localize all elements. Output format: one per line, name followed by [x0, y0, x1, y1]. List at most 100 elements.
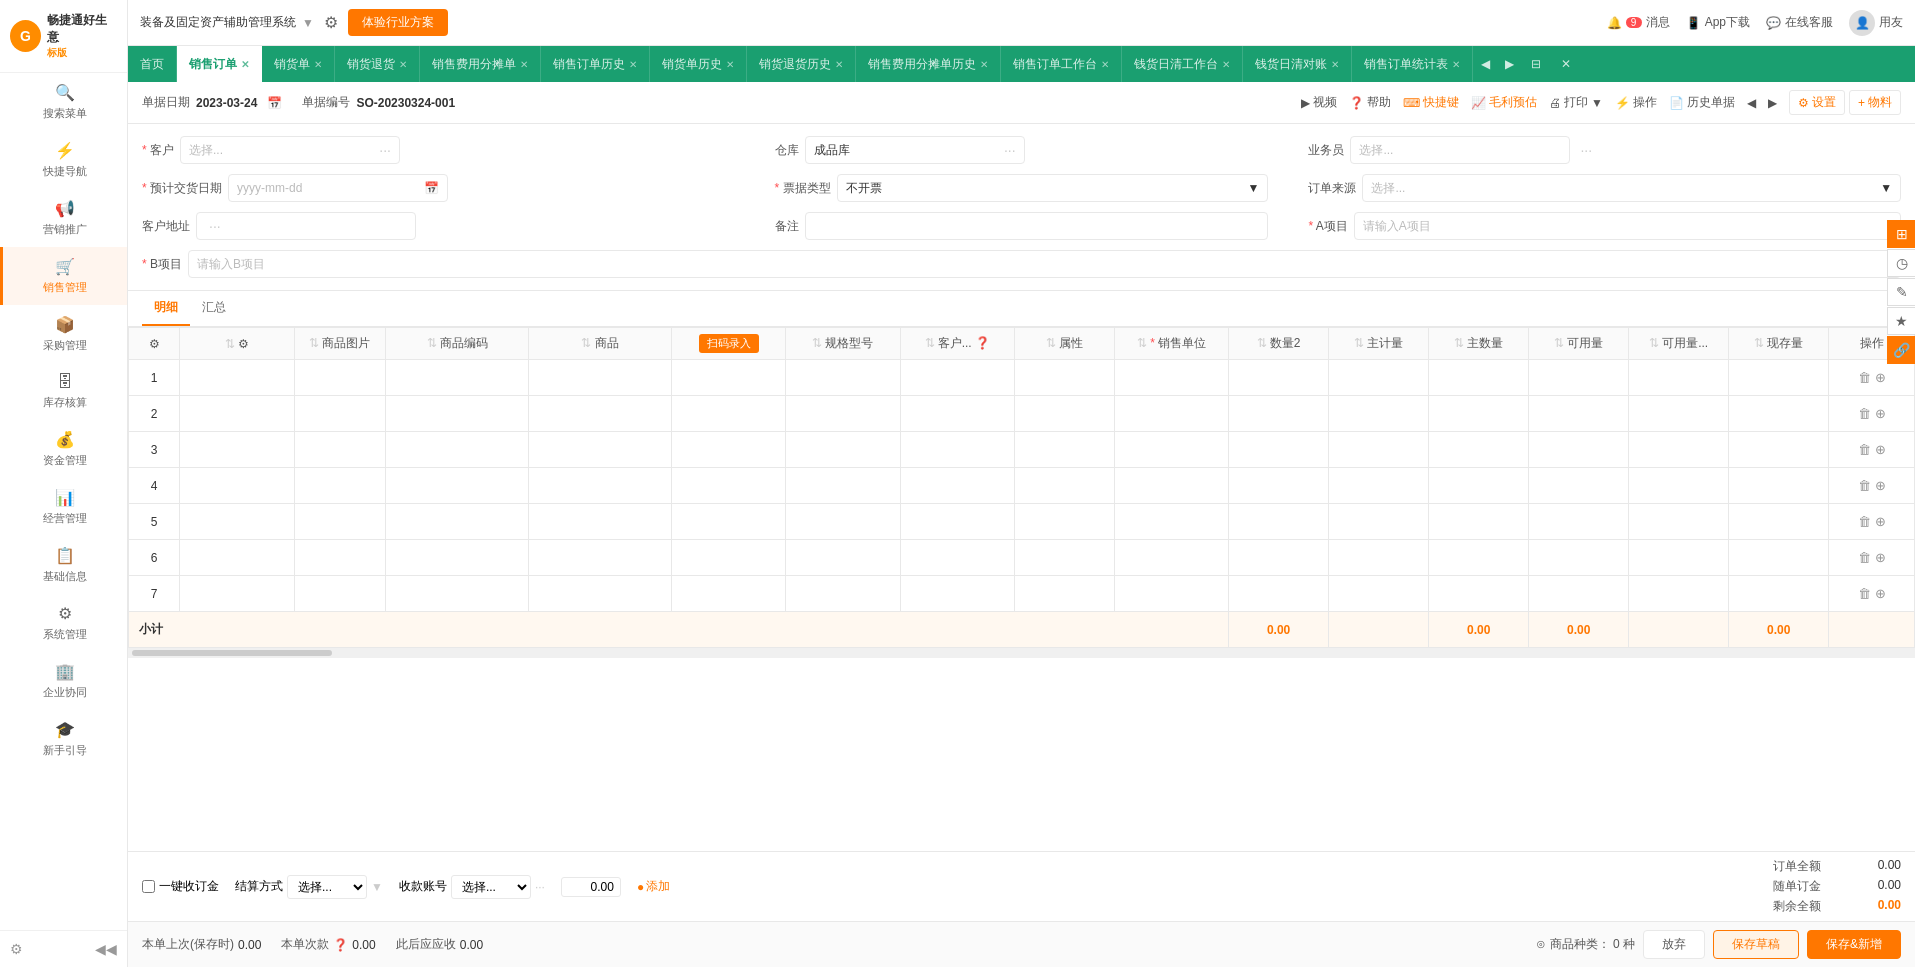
sort-icon[interactable]: ⇅	[225, 337, 235, 351]
settings-bottom-icon[interactable]: ⚙	[10, 941, 23, 957]
sidebar-item-operations[interactable]: 📊 经营管理	[0, 478, 127, 536]
tab-detail[interactable]: 明细	[142, 291, 190, 326]
settings-action[interactable]: ⚙ 设置	[1789, 90, 1845, 115]
sort-icon[interactable]: ⇅	[309, 336, 319, 350]
collapse-icon[interactable]: ◀◀	[95, 941, 117, 957]
sidebar-item-quick[interactable]: ⚡ 快捷导航	[0, 131, 127, 189]
row-delete-button[interactable]: 🗑	[1858, 406, 1871, 421]
scrollbar-thumb[interactable]	[132, 650, 332, 656]
print-dropdown-icon[interactable]: ▼	[1591, 96, 1603, 110]
tab-close-icon[interactable]: ✕	[1452, 59, 1460, 70]
address-input[interactable]: ···	[196, 212, 416, 240]
sort-icon[interactable]: ⇅	[1354, 336, 1364, 350]
nav-next-action[interactable]: ▶	[1768, 96, 1777, 110]
tab-sales-history[interactable]: 销售订单历史 ✕	[541, 46, 650, 82]
tab-close-icon[interactable]: ✕	[1101, 59, 1109, 70]
row-delete-button[interactable]: 🗑	[1858, 478, 1871, 493]
tab-next-button[interactable]: ▶	[1497, 46, 1521, 82]
sort-icon[interactable]: ⇅	[1257, 336, 1267, 350]
add-product-action[interactable]: + 物料	[1849, 90, 1901, 115]
dropdown-icon[interactable]: ▼	[302, 16, 314, 30]
sidebar-item-marketing[interactable]: 📢 营销推广	[0, 189, 127, 247]
tab-close-all-button[interactable]: ✕	[1551, 46, 1581, 82]
sort-icon[interactable]: ⇅	[1046, 336, 1056, 350]
add-button[interactable]: ● 添加	[637, 878, 670, 895]
customer-dots-icon[interactable]: ···	[379, 142, 391, 158]
sidebar-item-inventory[interactable]: 🗄 库存核算	[0, 363, 127, 420]
tab-sales-order[interactable]: 销售订单 ✕	[177, 46, 262, 82]
save-new-button[interactable]: 保存&新增	[1807, 930, 1901, 959]
right-panel-btn-4[interactable]: ★	[1887, 307, 1915, 335]
online-service-item[interactable]: 💬 在线客服	[1766, 14, 1833, 31]
row-delete-button[interactable]: 🗑	[1858, 442, 1871, 457]
settings-col-icon[interactable]: ⚙	[149, 337, 160, 351]
one-click-settle-input[interactable]	[142, 880, 155, 893]
tab-slip-history[interactable]: 销货单历史 ✕	[650, 46, 747, 82]
sidebar-item-purchase[interactable]: 📦 采购管理	[0, 305, 127, 363]
help-icon[interactable]: ❓	[333, 938, 348, 952]
tab-sales-fee[interactable]: 销售费用分摊单 ✕	[420, 46, 541, 82]
tab-close-icon[interactable]: ✕	[314, 59, 322, 70]
row-copy-button[interactable]: ⊕	[1875, 370, 1886, 385]
row-copy-button[interactable]: ⊕	[1875, 406, 1886, 421]
invoice-dropdown-icon[interactable]: ▼	[1248, 181, 1260, 195]
operation-action[interactable]: ⚡ 操作	[1615, 94, 1657, 111]
tab-close-icon[interactable]: ✕	[629, 59, 637, 70]
row-customer-code[interactable]	[900, 360, 1014, 396]
messages-item[interactable]: 🔔 9 消息	[1607, 14, 1670, 31]
row-main-unit[interactable]	[1329, 360, 1429, 396]
scan-button[interactable]: 扫码录入	[699, 334, 759, 353]
row-attr[interactable]	[1014, 360, 1114, 396]
delivery-input[interactable]: yyyy-mm-dd 📅	[228, 174, 448, 202]
tab-close-icon[interactable]: ✕	[835, 59, 843, 70]
sidebar-item-system[interactable]: ⚙ 系统管理	[0, 594, 127, 652]
row-delete-button[interactable]: 🗑	[1858, 370, 1871, 385]
row-spec[interactable]	[786, 360, 900, 396]
print-action[interactable]: 🖨 打印 ▼	[1549, 94, 1603, 111]
invoice-select[interactable]: 不开票 ▼	[837, 174, 1269, 202]
tab-close-icon[interactable]: ✕	[1222, 59, 1230, 70]
row-copy-button[interactable]: ⊕	[1875, 550, 1886, 565]
sidebar-item-enterprise[interactable]: 🏢 企业协同	[0, 652, 127, 710]
save-draft-button[interactable]: 保存草稿	[1713, 930, 1799, 959]
tab-home[interactable]: 首页	[128, 46, 177, 82]
nav-prev-action[interactable]: ◀	[1747, 96, 1756, 110]
sort-icon[interactable]: ⇅	[1754, 336, 1764, 350]
shortcut-action[interactable]: ⌨ 快捷键	[1403, 94, 1459, 111]
row-qty2[interactable]	[1229, 360, 1329, 396]
tab-expand-button[interactable]: ⊟	[1521, 46, 1551, 82]
right-panel-btn-5[interactable]: 🔗	[1887, 336, 1915, 364]
profit-action[interactable]: 📈 毛利预估	[1471, 94, 1537, 111]
staff-dots-icon[interactable]: ···	[1580, 142, 1592, 158]
staff-input[interactable]: 选择...	[1350, 136, 1570, 164]
row-product[interactable]	[529, 396, 672, 432]
row-main-qty[interactable]	[1429, 360, 1529, 396]
tab-close-icon[interactable]: ✕	[399, 59, 407, 70]
sort-icon[interactable]: ⇅	[1137, 336, 1147, 350]
user-item[interactable]: 👤 用友	[1849, 10, 1903, 36]
tab-summary[interactable]: 汇总	[190, 291, 238, 326]
view-action[interactable]: ▶ 视频	[1301, 94, 1337, 111]
row-code[interactable]	[386, 396, 529, 432]
row-delete-button[interactable]: 🗑	[1858, 586, 1871, 601]
settle-method-select[interactable]: 选择...	[287, 875, 367, 899]
tab-close-icon[interactable]: ✕	[726, 59, 734, 70]
row-copy-button[interactable]: ⊕	[1875, 442, 1886, 457]
row-warehouse[interactable]	[180, 396, 294, 432]
tab-workbench[interactable]: 销售订单工作台 ✕	[1001, 46, 1122, 82]
discard-button[interactable]: 放弃	[1643, 930, 1705, 959]
sidebar-item-basic[interactable]: 📋 基础信息	[0, 536, 127, 594]
help-action[interactable]: ❓ 帮助	[1349, 94, 1391, 111]
tab-daily-reconcile[interactable]: 钱货日清对账 ✕	[1243, 46, 1352, 82]
tab-daily-workbench[interactable]: 钱货日清工作台 ✕	[1122, 46, 1243, 82]
tab-close-icon[interactable]: ✕	[520, 59, 528, 70]
right-panel-btn-1[interactable]: ⊞	[1887, 220, 1915, 248]
customer-input[interactable]: 选择... ···	[180, 136, 400, 164]
right-panel-btn-2[interactable]: ◷	[1887, 249, 1915, 277]
tab-sales-return[interactable]: 销货退货 ✕	[335, 46, 420, 82]
project-a-input[interactable]: 请输入A项目	[1354, 212, 1901, 240]
row-code[interactable]	[386, 360, 529, 396]
settle-dropdown-icon[interactable]: ▼	[371, 880, 383, 894]
sidebar-item-finance[interactable]: 💰 资金管理	[0, 420, 127, 478]
horizontal-scrollbar[interactable]	[128, 648, 1915, 658]
